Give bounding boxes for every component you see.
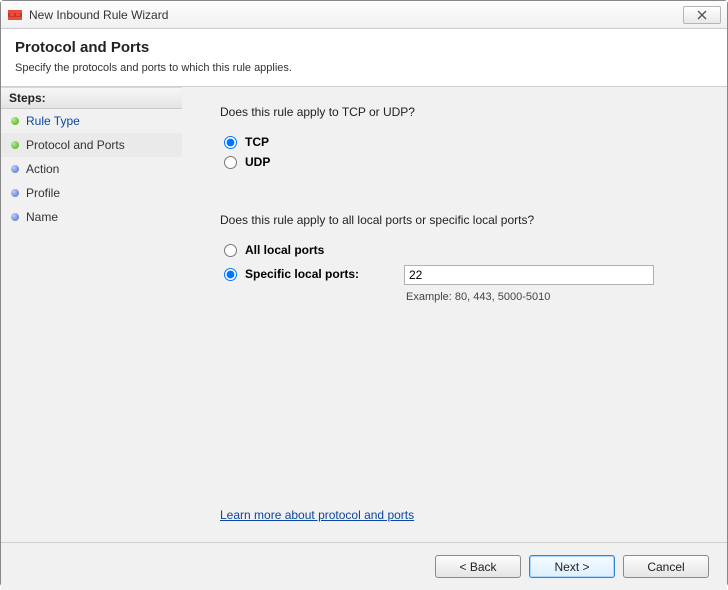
page-title: Protocol and Ports — [15, 39, 713, 56]
step-label: Name — [26, 210, 58, 224]
radio-udp[interactable] — [224, 156, 237, 169]
next-button[interactable]: Next > — [529, 555, 615, 578]
wizard-content: Does this rule apply to TCP or UDP? TCP … — [182, 87, 727, 542]
step-label: Rule Type — [26, 114, 80, 128]
firewall-icon — [7, 7, 23, 23]
wizard-body: Steps: Rule Type Protocol and Ports Acti… — [1, 87, 727, 542]
radio-specific-ports-label: Specific local ports: — [245, 267, 359, 281]
specific-ports-example: Example: 80, 443, 5000-5010 — [404, 291, 695, 303]
learn-more-link[interactable]: Learn more about protocol and ports — [220, 508, 414, 522]
ports-option-specific[interactable]: Specific local ports: — [220, 265, 400, 285]
step-name[interactable]: Name — [1, 205, 182, 229]
wizard-header: Protocol and Ports Specify the protocols… — [1, 29, 727, 87]
radio-tcp-label: TCP — [245, 135, 269, 149]
step-profile[interactable]: Profile — [1, 181, 182, 205]
steps-heading: Steps: — [1, 87, 182, 109]
wizard-footer: < Back Next > Cancel — [1, 542, 727, 590]
step-bullet-icon — [11, 213, 19, 221]
step-action[interactable]: Action — [1, 157, 182, 181]
step-bullet-icon — [11, 189, 19, 197]
step-rule-type[interactable]: Rule Type — [1, 109, 182, 133]
radio-udp-label: UDP — [245, 155, 270, 169]
radio-all-ports[interactable] — [224, 244, 237, 257]
step-bullet-icon — [11, 165, 19, 173]
ports-question: Does this rule apply to all local ports … — [220, 213, 695, 227]
step-bullet-icon — [11, 117, 19, 125]
specific-ports-input[interactable] — [404, 265, 654, 285]
back-button[interactable]: < Back — [435, 555, 521, 578]
step-protocol-and-ports[interactable]: Protocol and Ports — [1, 133, 182, 157]
page-subtitle: Specify the protocols and ports to which… — [15, 62, 713, 74]
protocol-option-tcp[interactable]: TCP — [220, 133, 695, 153]
protocol-question: Does this rule apply to TCP or UDP? — [220, 105, 695, 119]
ports-option-all[interactable]: All local ports — [220, 241, 695, 261]
radio-tcp[interactable] — [224, 136, 237, 149]
step-label: Action — [26, 162, 59, 176]
titlebar: New Inbound Rule Wizard — [1, 1, 727, 29]
steps-sidebar: Steps: Rule Type Protocol and Ports Acti… — [1, 87, 182, 542]
step-label: Profile — [26, 186, 60, 200]
cancel-button[interactable]: Cancel — [623, 555, 709, 578]
radio-specific-ports[interactable] — [224, 268, 237, 281]
step-bullet-icon — [11, 141, 19, 149]
close-button[interactable] — [683, 6, 721, 24]
window-title: New Inbound Rule Wizard — [29, 8, 683, 22]
radio-all-ports-label: All local ports — [245, 243, 324, 257]
protocol-option-udp[interactable]: UDP — [220, 153, 695, 173]
step-label: Protocol and Ports — [26, 138, 125, 152]
